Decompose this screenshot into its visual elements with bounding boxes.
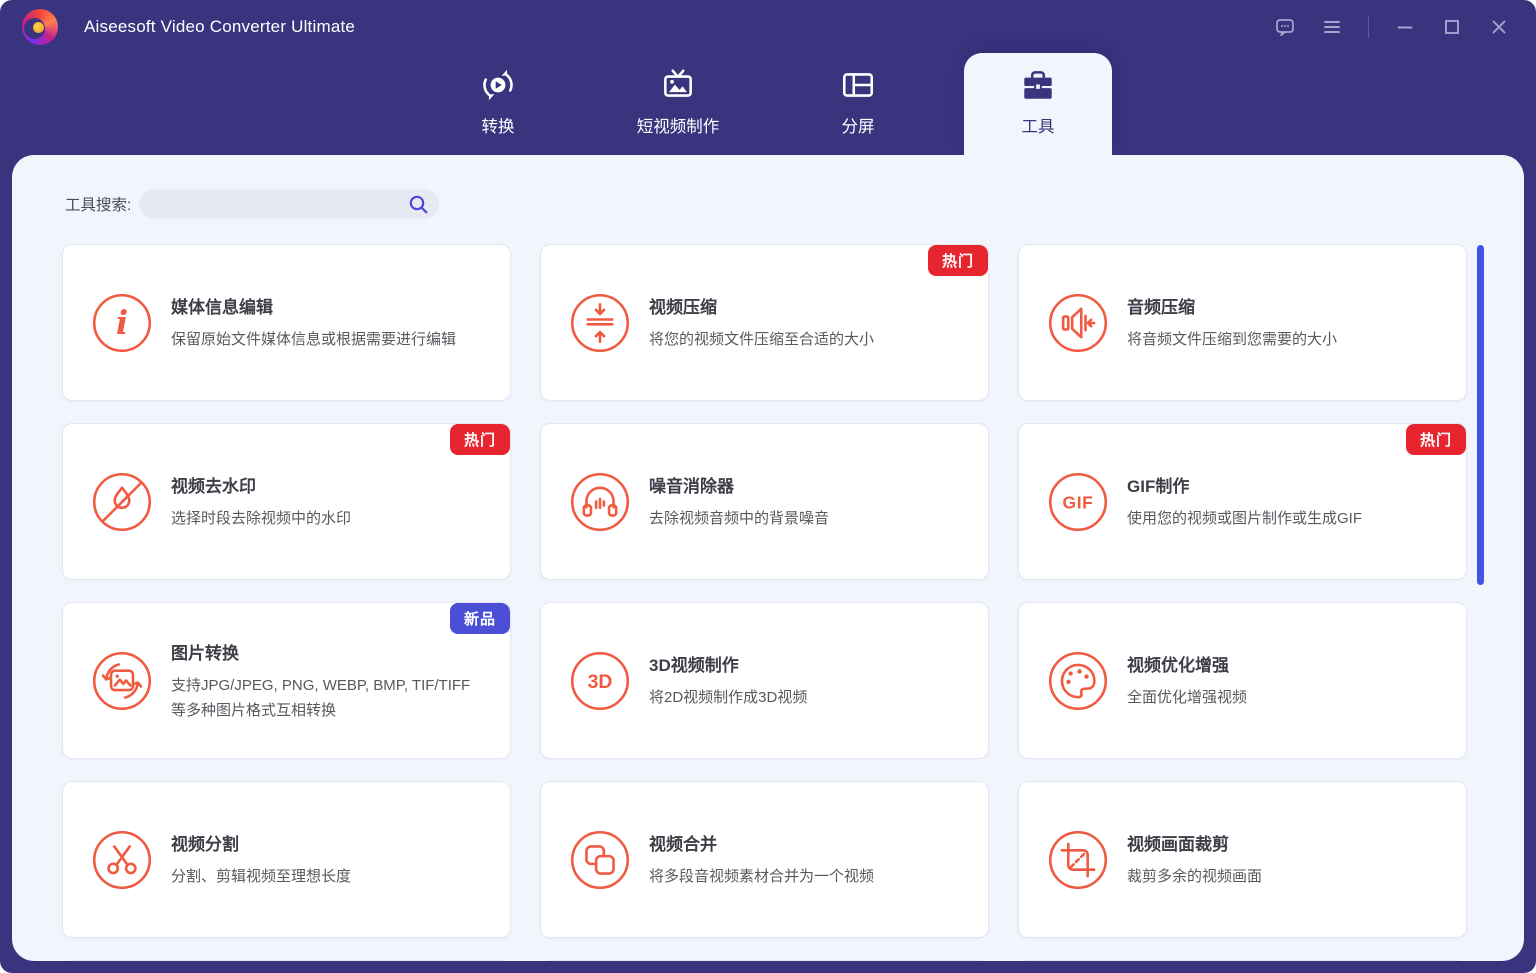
close-button[interactable] [1488,16,1510,38]
video-compress-icon [569,292,631,354]
gif-maker-icon: GIF [1047,471,1109,533]
convert-icon [479,66,517,104]
app-title: Aiseesoft Video Converter Ultimate [84,16,356,36]
video-enhance-icon [1047,650,1109,712]
content-panel: 工具搜索: i 媒体信息编辑 保留原始文件媒体信息或根据需要进行编辑 热门 视频… [12,155,1524,961]
tool-desc: 选择时段去除视频中的水印 [171,510,352,527]
video-split-icon [91,829,153,891]
tool-card[interactable]: 新品 图片转换 支持JPG/JPEG, PNG, WEBP, BMP, TIF/… [62,602,511,759]
tool-title: 视频画面裁剪 [1127,835,1229,854]
scrollbar-thumb[interactable] [1477,245,1484,585]
tool-search-row: 工具搜索: [65,189,1524,219]
tool-desc: 分割、剪辑视频至理想长度 [171,868,352,885]
search-label: 工具搜索: [65,197,132,214]
tool-title: 视频去水印 [171,477,256,496]
tool-desc: 去除视频音频中的背景噪音 [649,510,830,527]
tool-card[interactable]: 热门 视频压缩 将您的视频文件压缩至合适的大小 [540,244,989,401]
app-logo-icon [22,8,58,45]
tool-card[interactable] [62,960,511,961]
tool-card[interactable]: 热门 视频去水印 选择时段去除视频中的水印 [62,423,511,580]
feedback-bubble-icon[interactable] [1274,16,1296,38]
tool-card[interactable]: 热门 GIF GIF制作 使用您的视频或图片制作或生成GIF [1018,423,1467,580]
tool-desc: 支持JPG/JPEG, PNG, WEBP, BMP, TIF/TIFF等多种图… [171,676,471,719]
tool-card[interactable]: 视频分割 分割、剪辑视频至理想长度 [62,781,511,938]
tab-label: 工具 [1021,118,1055,136]
search-icon[interactable] [407,193,429,215]
tool-title: 视频压缩 [649,298,717,317]
main-tabs: 转换 短视频制作 分屏 工具 [0,53,1536,155]
tool-title: 视频优化增强 [1127,656,1229,675]
title-bar: Aiseesoft Video Converter Ultimate [0,0,1536,53]
search-input[interactable] [139,189,440,219]
hot-badge: 热门 [1405,424,1466,455]
tool-card[interactable] [540,960,989,961]
tab-toolbox[interactable]: 工具 [964,53,1112,155]
search-box [139,189,440,219]
video-3d-icon: 3D [569,650,631,712]
tool-desc: 全面优化增强视频 [1127,689,1248,706]
tool-desc: 保留原始文件媒体信息或根据需要进行编辑 [171,331,457,348]
tool-card[interactable]: i 媒体信息编辑 保留原始文件媒体信息或根据需要进行编辑 [62,244,511,401]
tool-title: 图片转换 [171,643,239,663]
tool-desc: 将音频文件压缩到您需要的大小 [1127,331,1338,348]
tab-short-video-maker[interactable]: 短视频制作 [604,53,752,155]
tool-desc: 使用您的视频或图片制作或生成GIF [1127,510,1362,527]
watermark-remove-icon [91,471,153,533]
tool-title: 噪音消除器 [649,477,734,496]
hamburger-menu-icon[interactable] [1321,16,1343,38]
noise-remover-icon [569,471,631,533]
audio-compress-icon [1047,292,1109,354]
tool-desc: 将多段音视频素材合并为一个视频 [649,868,875,885]
tool-desc: 裁剪多余的视频画面 [1127,868,1263,885]
tool-card[interactable]: 视频合并 将多段音视频素材合并为一个视频 [540,781,989,938]
app-window: Aiseesoft Video Converter Ultimate 转换 短视… [0,0,1536,973]
svg-text:GIF: GIF [1063,492,1094,512]
tool-card[interactable]: 3D 3D视频制作 将2D视频制作成3D视频 [540,602,989,759]
tool-card[interactable]: 音频压缩 将音频文件压缩到您需要的大小 [1018,244,1467,401]
tools-grid: i 媒体信息编辑 保留原始文件媒体信息或根据需要进行编辑 热门 视频压缩 将您的… [62,244,1467,938]
media-info-icon: i [91,292,153,354]
next-row-peek [62,960,1467,961]
window-controls [1274,15,1510,38]
svg-text:i: i [116,303,128,341]
short-video-icon [659,66,697,104]
tab-label: 短视频制作 [636,118,720,136]
svg-text:3D: 3D [588,671,613,693]
tool-desc: 将2D视频制作成3D视频 [649,689,808,706]
tool-title: GIF制作 [1127,477,1190,496]
maximize-button[interactable] [1441,16,1463,38]
video-crop-icon [1047,829,1109,891]
tool-card[interactable] [1018,960,1467,961]
tool-title: 音频压缩 [1127,298,1195,317]
tool-desc: 将您的视频文件压缩至合适的大小 [649,331,875,348]
tool-card[interactable]: 视频优化增强 全面优化增强视频 [1018,602,1467,759]
tab-convert[interactable]: 转换 [424,53,572,155]
tool-title: 媒体信息编辑 [171,298,273,317]
tool-card[interactable]: 视频画面裁剪 裁剪多余的视频画面 [1018,781,1467,938]
video-merge-icon [569,829,631,891]
image-convert-icon [91,650,153,712]
tab-split-screen[interactable]: 分屏 [784,53,932,155]
split-screen-icon [839,66,877,104]
tool-title: 3D视频制作 [649,656,739,675]
hot-badge: 热门 [449,424,510,455]
controls-divider [1368,15,1369,38]
tool-card[interactable]: 噪音消除器 去除视频音频中的背景噪音 [540,423,989,580]
tab-label: 转换 [481,118,515,136]
tab-label: 分屏 [841,118,875,136]
hot-badge: 热门 [927,245,988,276]
toolbox-icon [1019,66,1057,104]
new-badge: 新品 [449,603,510,634]
tool-title: 视频分割 [171,835,239,854]
minimize-button[interactable] [1394,16,1416,38]
tool-title: 视频合并 [649,835,717,854]
